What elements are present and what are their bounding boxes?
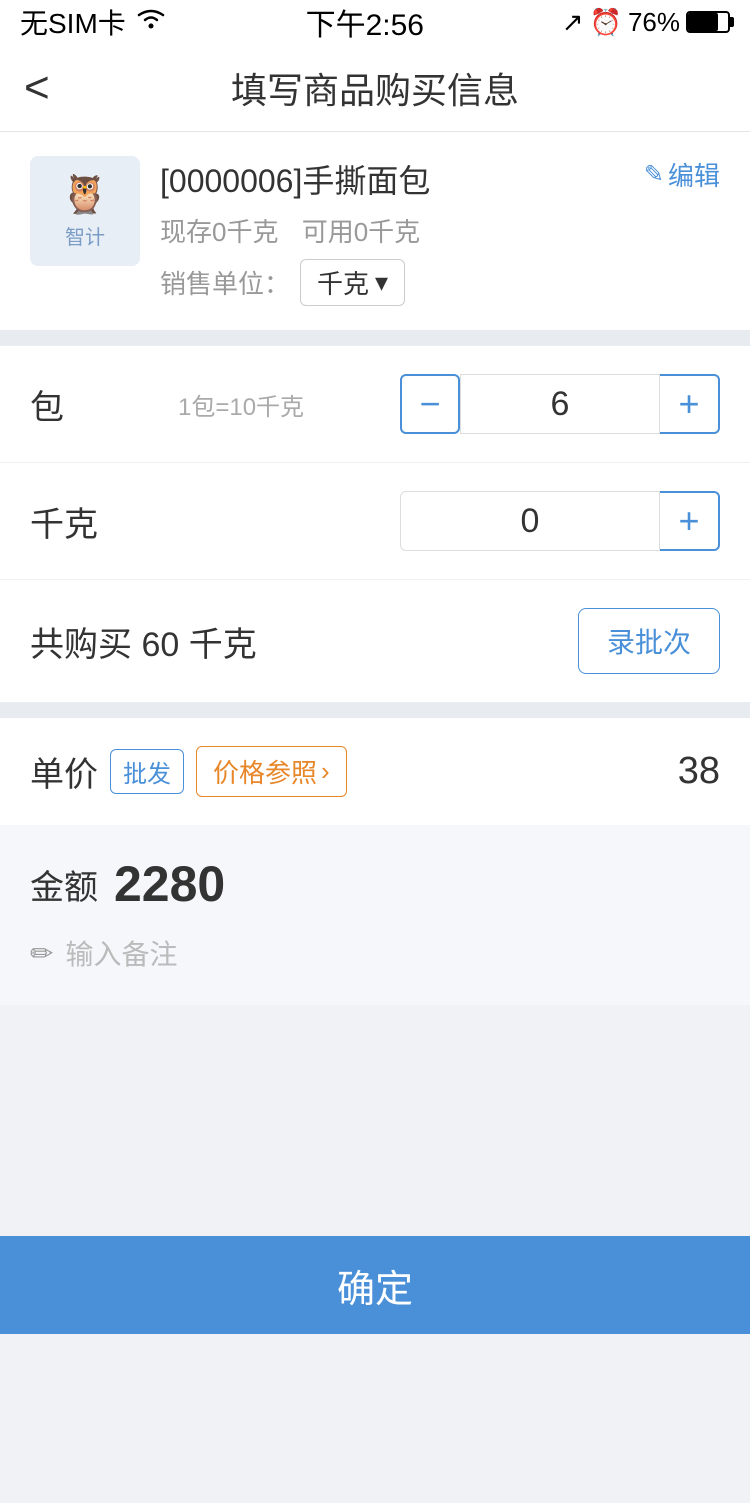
- form-row-kg: 千克 +: [0, 463, 750, 580]
- chevron-right-icon: ›: [321, 756, 330, 787]
- edit-button[interactable]: ✎ 编辑: [644, 156, 720, 193]
- edit-label: 编辑: [668, 156, 720, 193]
- product-stock: 现存0千克 可用0千克: [160, 212, 720, 249]
- product-thumbnail: 🦉 智计: [30, 156, 140, 266]
- wifi-icon: [134, 6, 168, 38]
- amount-row: 金额 2280: [30, 855, 720, 913]
- price-value: 38: [678, 750, 720, 793]
- kg-input[interactable]: [400, 491, 660, 551]
- product-unit: 销售单位： 千克 ▾: [160, 259, 720, 306]
- status-left: 无SIM卡: [20, 2, 168, 42]
- price-type-tag: 批发: [110, 749, 184, 794]
- thumb-label: 智计: [65, 221, 105, 250]
- product-name: [0000006]手撕面包: [160, 156, 430, 202]
- alarm-icon: ⏰: [590, 7, 622, 38]
- battery-percent: 76%: [628, 7, 680, 38]
- product-card: 🦉 智计 [0000006]手撕面包 ✎ 编辑 现存0千克 可用0千克 销售单位…: [0, 132, 750, 330]
- price-label: 单价: [30, 747, 98, 796]
- time-text: 下午2:56: [306, 0, 424, 44]
- bao-minus-button[interactable]: −: [400, 374, 460, 434]
- label-bao: 包: [30, 380, 170, 429]
- amount-section: 金额 2280 ✏ 输入备注: [0, 825, 750, 1005]
- pencil-icon: ✏: [30, 937, 53, 970]
- form-row-bao: 包 1包=10千克 − +: [0, 346, 750, 463]
- label-kg: 千克: [30, 497, 170, 546]
- chevron-down-icon: ▾: [375, 267, 388, 298]
- confirm-button[interactable]: 确定: [0, 1236, 750, 1334]
- nav-bar: < 填写商品购买信息: [0, 44, 750, 132]
- edit-icon: ✎: [644, 160, 664, 189]
- empty-space: [0, 1005, 750, 1405]
- hint-bao: 1包=10千克: [178, 387, 304, 422]
- bao-controls: − +: [400, 374, 720, 434]
- carrier-text: 无SIM卡: [20, 2, 126, 42]
- price-ref-button[interactable]: 价格参照 ›: [196, 746, 347, 797]
- status-bar: 无SIM卡 下午2:56 ↗ ⏰ 76%: [0, 0, 750, 44]
- bao-input[interactable]: [460, 374, 660, 434]
- price-section: 单价 批发 价格参照 › 38: [0, 718, 750, 825]
- product-info: [0000006]手撕面包 ✎ 编辑 现存0千克 可用0千克 销售单位： 千克 …: [160, 156, 720, 306]
- kg-plus-button[interactable]: +: [660, 491, 720, 551]
- location-icon: ↗: [562, 7, 584, 38]
- record-batch-button[interactable]: 录批次: [578, 608, 720, 674]
- battery-icon: [686, 11, 730, 33]
- form-section: 包 1包=10千克 − + 千克 +: [0, 346, 750, 580]
- amount-label: 金额: [30, 860, 98, 909]
- back-button[interactable]: <: [24, 66, 50, 110]
- note-placeholder: 输入备注: [65, 933, 177, 973]
- page-title: 填写商品购买信息: [231, 62, 519, 114]
- owl-icon: 🦉: [61, 173, 108, 217]
- unit-selector[interactable]: 千克 ▾: [300, 259, 405, 306]
- summary-text: 共购买 60 千克: [30, 617, 257, 666]
- amount-value: 2280: [114, 855, 225, 913]
- bao-plus-button[interactable]: +: [660, 374, 720, 434]
- note-row[interactable]: ✏ 输入备注: [30, 933, 720, 973]
- status-right: ↗ ⏰ 76%: [562, 7, 730, 38]
- divider-1: [0, 330, 750, 346]
- summary-row: 共购买 60 千克 录批次: [0, 580, 750, 702]
- kg-controls: +: [400, 491, 720, 551]
- divider-2: [0, 702, 750, 718]
